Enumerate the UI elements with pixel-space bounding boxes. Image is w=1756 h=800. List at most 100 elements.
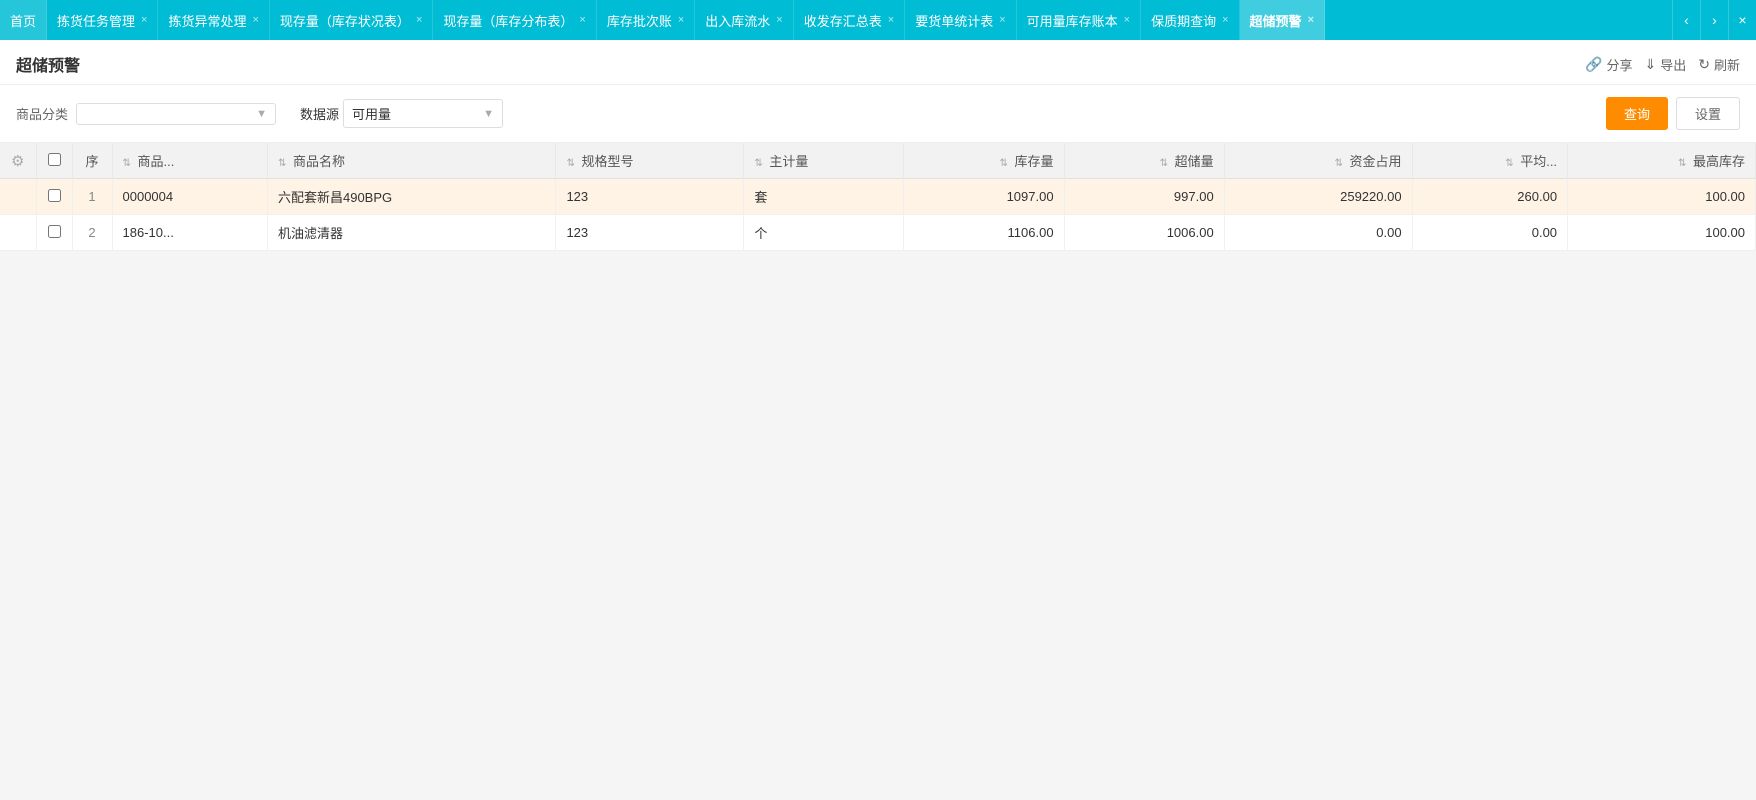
- nav-label-5: 库存批次账: [607, 11, 672, 30]
- row-overstock-0: 997.00: [1064, 179, 1224, 215]
- page-title: 超储预警: [16, 52, 80, 76]
- nav-label-8: 要货单统计表: [915, 11, 993, 30]
- col-header-avg[interactable]: ⇅ 平均...: [1412, 143, 1567, 179]
- nav-item-8[interactable]: 要货单统计表 ×: [905, 0, 1016, 40]
- col-header-spec[interactable]: ⇅ 规格型号: [556, 143, 744, 179]
- datasource-select-value: 可用量: [352, 104, 391, 123]
- refresh-icon: ↻: [1698, 56, 1710, 73]
- nav-close-arrow[interactable]: ×: [1728, 0, 1756, 40]
- nav-label-9: 可用量库存账本: [1027, 11, 1118, 30]
- share-icon: 🔗: [1585, 56, 1602, 73]
- row-capital-0: 259220.00: [1224, 179, 1412, 215]
- row-checkbox-cell-1[interactable]: [36, 215, 72, 251]
- sort-icon-unit: ⇅: [754, 158, 762, 169]
- nav-label-6: 出入库流水: [705, 11, 770, 30]
- query-button[interactable]: 查询: [1606, 97, 1668, 130]
- col-header-max[interactable]: ⇅ 最高库存: [1568, 143, 1756, 179]
- category-select[interactable]: ▼: [76, 103, 276, 125]
- nav-item-home[interactable]: 首页: [0, 0, 47, 40]
- nav-label-11: 超储预警: [1250, 11, 1302, 30]
- nav-item-5[interactable]: 库存批次账 ×: [597, 0, 695, 40]
- datasource-chevron-icon: ▼: [483, 108, 494, 120]
- column-settings[interactable]: ⚙: [0, 143, 36, 179]
- nav-item-2[interactable]: 拣货异常处理 ×: [158, 0, 269, 40]
- nav-item-10[interactable]: 保质期查询 ×: [1141, 0, 1239, 40]
- nav-close-9[interactable]: ×: [1124, 14, 1130, 26]
- share-label: 分享: [1606, 55, 1632, 74]
- nav-label-home: 首页: [10, 11, 36, 30]
- nav-close-2[interactable]: ×: [252, 14, 258, 26]
- row-name-1: 机油滤清器: [267, 215, 555, 251]
- filter-buttons: 查询 设置: [1606, 97, 1740, 130]
- col-header-capital[interactable]: ⇅ 资金占用: [1224, 143, 1412, 179]
- nav-item-6[interactable]: 出入库流水 ×: [695, 0, 793, 40]
- row-checkbox-1[interactable]: [48, 225, 61, 238]
- datasource-select[interactable]: 可用量 ▼: [343, 99, 503, 128]
- row-avg-1: 0.00: [1412, 215, 1567, 251]
- row-code-0: 0000004: [112, 179, 267, 215]
- col-label-max: 最高库存: [1693, 154, 1745, 169]
- table-container: ⚙ 序 ⇅ 商品... ⇅ 商品名称 ⇅ 规格型号 ⇅: [0, 143, 1756, 251]
- col-header-code[interactable]: ⇅ 商品...: [112, 143, 267, 179]
- nav-label-7: 收发存汇总表: [804, 11, 882, 30]
- select-all-checkbox[interactable]: [48, 153, 61, 166]
- nav-label-1: 拣货任务管理: [57, 11, 135, 30]
- nav-label-2: 拣货异常处理: [168, 11, 246, 30]
- col-label-avg: 平均...: [1520, 154, 1557, 169]
- refresh-label: 刷新: [1714, 55, 1740, 74]
- nav-next-arrow[interactable]: ›: [1700, 0, 1728, 40]
- col-label-stock: 库存量: [1015, 154, 1054, 169]
- row-checkbox-0[interactable]: [48, 189, 61, 202]
- sort-icon-spec: ⇅: [566, 158, 574, 169]
- nav-close-5[interactable]: ×: [678, 14, 684, 26]
- nav-item-11[interactable]: 超储预警 ×: [1240, 0, 1325, 40]
- col-label-overstock: 超储量: [1175, 154, 1214, 169]
- row-unit-0: 套: [744, 179, 904, 215]
- nav-label-4: 现存量（库存分布表）: [443, 11, 573, 30]
- nav-item-9[interactable]: 可用量库存账本 ×: [1017, 0, 1141, 40]
- col-header-unit[interactable]: ⇅ 主计量: [744, 143, 904, 179]
- nav-close-7[interactable]: ×: [888, 14, 894, 26]
- sort-icon-avg: ⇅: [1505, 158, 1513, 169]
- page-header: 超储预警 🔗 分享 ⇓ 导出 ↻ 刷新: [0, 40, 1756, 85]
- nav-item-1[interactable]: 拣货任务管理 ×: [47, 0, 158, 40]
- table-body: 1 0000004 六配套新昌490BPG 123 套 1097.00 997.…: [0, 179, 1756, 251]
- column-checkbox-all[interactable]: [36, 143, 72, 179]
- table-row[interactable]: 2 186-10... 机油滤清器 123 个 1106.00 1006.00 …: [0, 215, 1756, 251]
- nav-arrows: ‹ › ×: [1672, 0, 1756, 40]
- row-capital-1: 0.00: [1224, 215, 1412, 251]
- refresh-button[interactable]: ↻ 刷新: [1698, 55, 1740, 74]
- nav-prev-arrow[interactable]: ‹: [1672, 0, 1700, 40]
- row-checkbox-cell-0[interactable]: [36, 179, 72, 215]
- row-gear-1: [0, 215, 36, 251]
- nav-item-4[interactable]: 现存量（库存分布表） ×: [433, 0, 596, 40]
- export-icon: ⇓: [1645, 56, 1657, 73]
- setting-button[interactable]: 设置: [1676, 97, 1740, 130]
- row-overstock-1: 1006.00: [1064, 215, 1224, 251]
- col-header-overstock[interactable]: ⇅ 超储量: [1064, 143, 1224, 179]
- nav-close-10[interactable]: ×: [1222, 14, 1228, 26]
- nav-close-1[interactable]: ×: [141, 14, 147, 26]
- category-filter-group: 商品分类 ▼: [16, 103, 276, 125]
- row-stock-0: 1097.00: [904, 179, 1064, 215]
- category-label: 商品分类: [16, 104, 68, 123]
- nav-close-11[interactable]: ×: [1308, 14, 1314, 26]
- col-label-unit: 主计量: [769, 154, 808, 169]
- row-num-0: 1: [72, 179, 112, 215]
- row-name-0: 六配套新昌490BPG: [267, 179, 555, 215]
- table-row[interactable]: 1 0000004 六配套新昌490BPG 123 套 1097.00 997.…: [0, 179, 1756, 215]
- export-button[interactable]: ⇓ 导出: [1645, 55, 1687, 74]
- nav-close-4[interactable]: ×: [579, 14, 585, 26]
- nav-close-6[interactable]: ×: [776, 14, 782, 26]
- col-header-name[interactable]: ⇅ 商品名称: [267, 143, 555, 179]
- row-num-1: 2: [72, 215, 112, 251]
- data-table: ⚙ 序 ⇅ 商品... ⇅ 商品名称 ⇅ 规格型号 ⇅: [0, 143, 1756, 251]
- nav-close-3[interactable]: ×: [416, 14, 422, 26]
- col-label-capital: 资金占用: [1350, 154, 1402, 169]
- nav-item-3[interactable]: 现存量（库存状况表） ×: [270, 0, 433, 40]
- nav-close-8[interactable]: ×: [999, 14, 1005, 26]
- nav-item-7[interactable]: 收发存汇总表 ×: [794, 0, 905, 40]
- share-button[interactable]: 🔗 分享: [1585, 55, 1632, 74]
- sort-icon-capital: ⇅: [1335, 158, 1343, 169]
- col-header-stock[interactable]: ⇅ 库存量: [904, 143, 1064, 179]
